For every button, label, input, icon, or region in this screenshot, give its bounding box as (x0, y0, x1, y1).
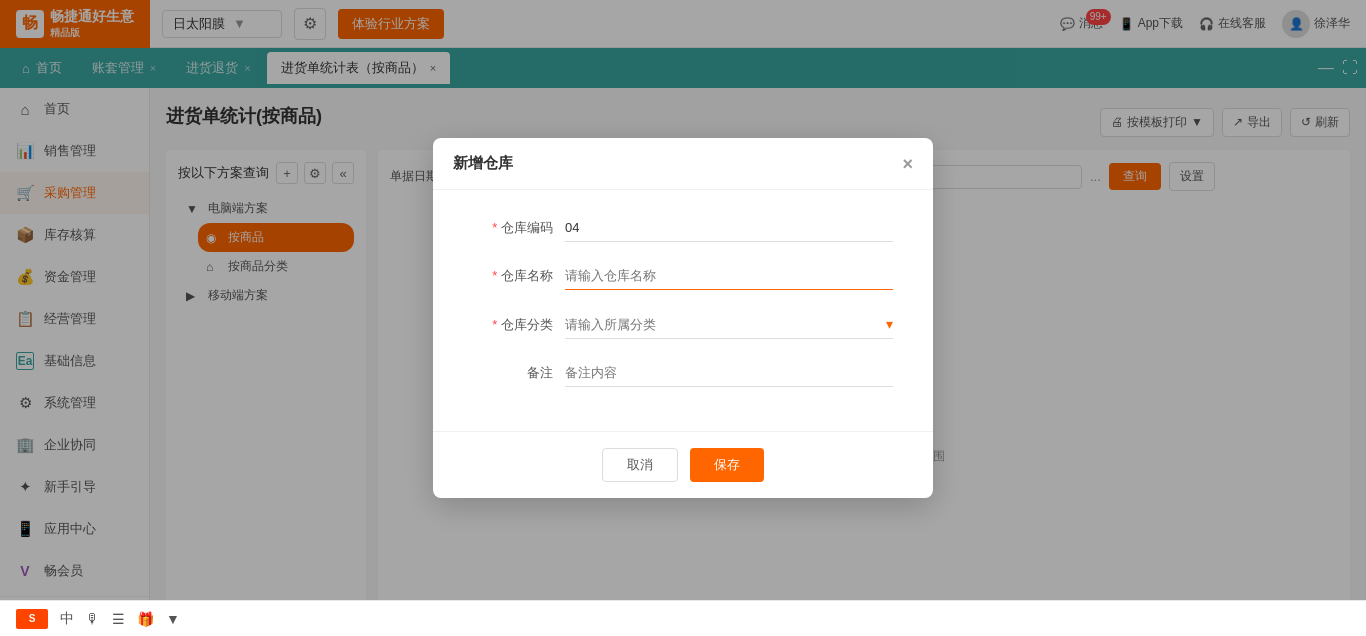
modal-close-button[interactable]: × (902, 155, 913, 173)
modal-title: 新增仓库 (453, 154, 513, 173)
form-row-note: 备注 (473, 359, 893, 387)
bottom-logo-text: S (29, 613, 36, 624)
warehouse-name-label: 仓库名称 (473, 267, 553, 285)
cancel-button[interactable]: 取消 (602, 448, 678, 482)
warehouse-category-select[interactable]: ▾ (565, 310, 893, 339)
modal-footer: 取消 保存 (433, 431, 933, 498)
bottom-icon-menu[interactable]: ☰ (112, 611, 125, 627)
bottom-logo: S (16, 609, 48, 629)
bottom-bar: S 中 🎙 ☰ 🎁 ▼ (0, 600, 1366, 636)
bottom-icon-mic[interactable]: 🎙 (86, 611, 100, 627)
bottom-icon-gift[interactable]: 🎁 (137, 611, 154, 627)
warehouse-note-label: 备注 (473, 364, 553, 382)
modal-new-warehouse: 新增仓库 × 仓库编码 仓库名称 仓库分类 ▾ (433, 138, 933, 498)
warehouse-code-label: 仓库编码 (473, 219, 553, 237)
form-row-name: 仓库名称 (473, 262, 893, 290)
modal-body: 仓库编码 仓库名称 仓库分类 ▾ 备注 (433, 190, 933, 431)
warehouse-note-input[interactable] (565, 359, 893, 387)
warehouse-name-input[interactable] (565, 262, 893, 290)
modal-overlay[interactable]: 新增仓库 × 仓库编码 仓库名称 仓库分类 ▾ (0, 0, 1366, 636)
form-row-code: 仓库编码 (473, 214, 893, 242)
bottom-icon-zh[interactable]: 中 (60, 610, 74, 628)
bottom-icon-arrow[interactable]: ▼ (166, 611, 180, 627)
warehouse-category-label: 仓库分类 (473, 316, 553, 334)
form-row-category: 仓库分类 ▾ (473, 310, 893, 339)
save-button[interactable]: 保存 (690, 448, 764, 482)
warehouse-category-input[interactable] (565, 317, 886, 332)
category-dropdown-icon: ▾ (886, 316, 893, 332)
warehouse-code-input[interactable] (565, 214, 893, 242)
modal-header: 新增仓库 × (433, 138, 933, 190)
